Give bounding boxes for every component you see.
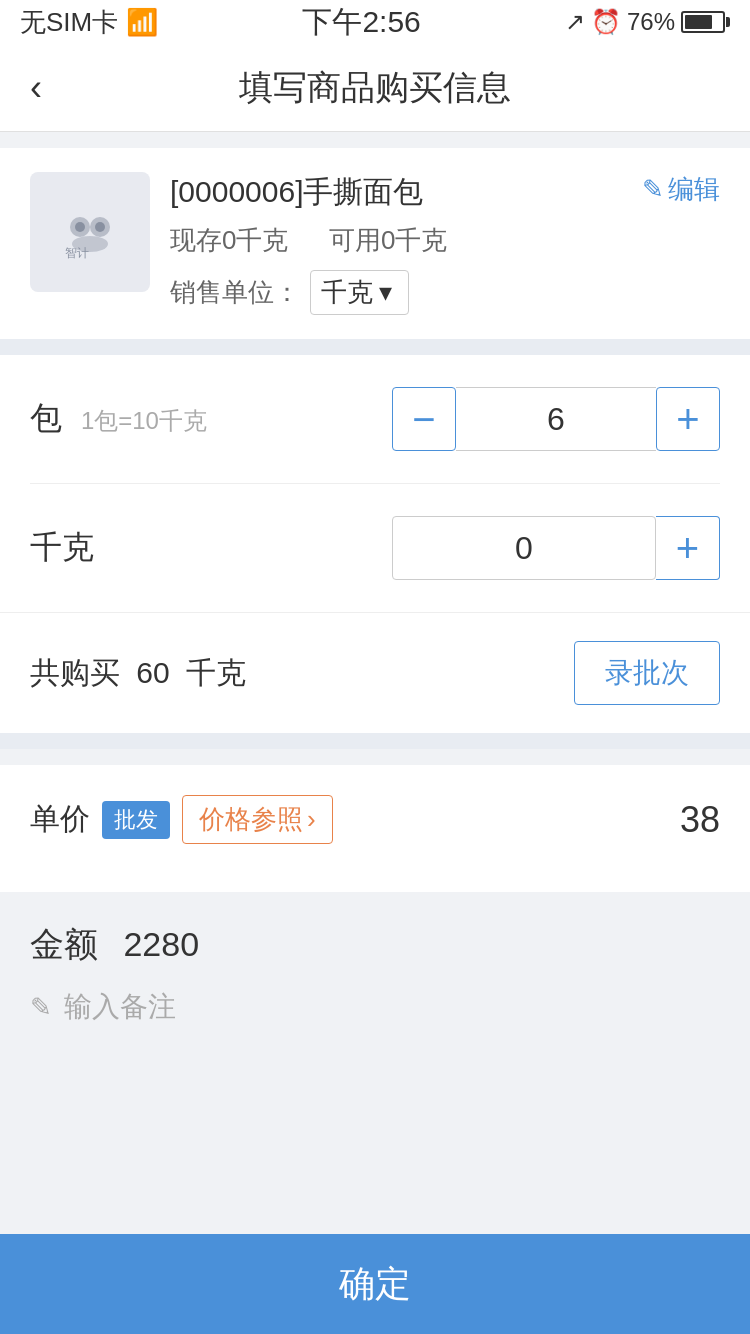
available-label: 可用0千克 (329, 225, 447, 255)
amount-row: 金额 2280 (30, 922, 720, 968)
status-right: ↗ ⏰ 76% (565, 8, 730, 36)
kg-input-row: 千克 + (30, 484, 720, 612)
price-ref-label: 价格参照 (199, 802, 303, 837)
bag-plus-button[interactable]: + (656, 387, 720, 451)
product-thumbnail: 智计 (30, 172, 150, 292)
product-card: 智计 [0000006]手撕面包 现存0千克 可用0千克 销售单位： 千克 ▾ … (0, 148, 750, 339)
alarm-icon: ⏰ (591, 8, 621, 36)
bag-input-row: 包 1包=10千克 − + (30, 355, 720, 484)
location-icon: ↗ (565, 8, 585, 36)
battery-icon (681, 11, 730, 33)
edit-button[interactable]: ✎ 编辑 (642, 172, 720, 207)
dropdown-icon: ▾ (379, 277, 392, 308)
stock-separator (296, 225, 322, 255)
wifi-icon: 📶 (126, 7, 158, 38)
amount-value: 2280 (123, 925, 199, 963)
plus-icon: + (676, 397, 699, 442)
price-ref-button[interactable]: 价格参照 › (182, 795, 333, 844)
price-label: 单价 批发 价格参照 › (30, 795, 333, 844)
bag-qty-input[interactable] (456, 387, 656, 451)
page-title: 填写商品购买信息 (239, 65, 511, 111)
unit-value: 千克 (321, 275, 373, 310)
note-placeholder: 输入备注 (64, 988, 176, 1026)
bag-qty-control: − + (392, 387, 720, 451)
bag-sublabel: 1包=10千克 (81, 407, 207, 434)
product-stock: 现存0千克 可用0千克 (170, 223, 622, 258)
nav-bar: ‹ 填写商品购买信息 (0, 44, 750, 132)
price-tag: 批发 (102, 801, 170, 839)
total-qty: 60 (136, 656, 169, 689)
input-section: 包 1包=10千克 − + 千克 + (0, 355, 750, 612)
price-value: 38 (680, 799, 720, 841)
unit-label: 销售单位： (170, 275, 300, 310)
amount-label: 金额 (30, 925, 98, 963)
batch-button[interactable]: 录批次 (574, 641, 720, 705)
back-button[interactable]: ‹ (30, 67, 42, 109)
total-unit: 千克 (186, 656, 246, 689)
price-text: 单价 (30, 799, 90, 840)
product-info: [0000006]手撕面包 现存0千克 可用0千克 销售单位： 千克 ▾ (170, 172, 622, 315)
edit-label: 编辑 (668, 172, 720, 207)
kg-qty-input[interactable] (392, 516, 656, 580)
price-row: 单价 批发 价格参照 › 38 (30, 795, 720, 844)
pencil-icon: ✎ (30, 992, 52, 1023)
total-label: 共购买 (30, 656, 120, 689)
kg-qty-control: + (392, 516, 720, 580)
price-section: 单价 批发 价格参照 › 38 (0, 765, 750, 892)
section-divider-1 (0, 339, 750, 355)
svg-point-2 (75, 222, 85, 232)
plus-icon-kg: + (676, 526, 699, 571)
svg-text:智计: 智计 (65, 246, 89, 260)
carrier-label: 无SIM卡 (20, 5, 118, 40)
kg-label: 千克 (30, 526, 392, 570)
minus-icon: − (412, 397, 435, 442)
note-row[interactable]: ✎ 输入备注 (30, 988, 720, 1026)
total-text: 共购买 60 千克 (30, 653, 246, 694)
product-name: [0000006]手撕面包 (170, 172, 622, 213)
section-divider-2 (0, 733, 750, 749)
bag-minus-button[interactable]: − (392, 387, 456, 451)
stock-label: 现存0千克 (170, 225, 288, 255)
status-bar: 无SIM卡 📶 下午2:56 ↗ ⏰ 76% (0, 0, 750, 44)
svg-point-3 (95, 222, 105, 232)
total-row: 共购买 60 千克 录批次 (0, 612, 750, 733)
battery-percent: 76% (627, 8, 675, 36)
confirm-button[interactable]: 确定 (0, 1234, 750, 1334)
edit-icon: ✎ (642, 174, 664, 205)
amount-section: 金额 2280 ✎ 输入备注 (0, 892, 750, 1292)
product-unit-row: 销售单位： 千克 ▾ (170, 270, 622, 315)
kg-plus-button[interactable]: + (656, 516, 720, 580)
product-card-right: ✎ 编辑 (642, 172, 720, 207)
price-ref-arrow: › (307, 804, 316, 835)
bag-label: 包 1包=10千克 (30, 397, 392, 441)
status-time: 下午2:56 (302, 2, 420, 43)
unit-select[interactable]: 千克 ▾ (310, 270, 409, 315)
status-left: 无SIM卡 📶 (20, 5, 158, 40)
